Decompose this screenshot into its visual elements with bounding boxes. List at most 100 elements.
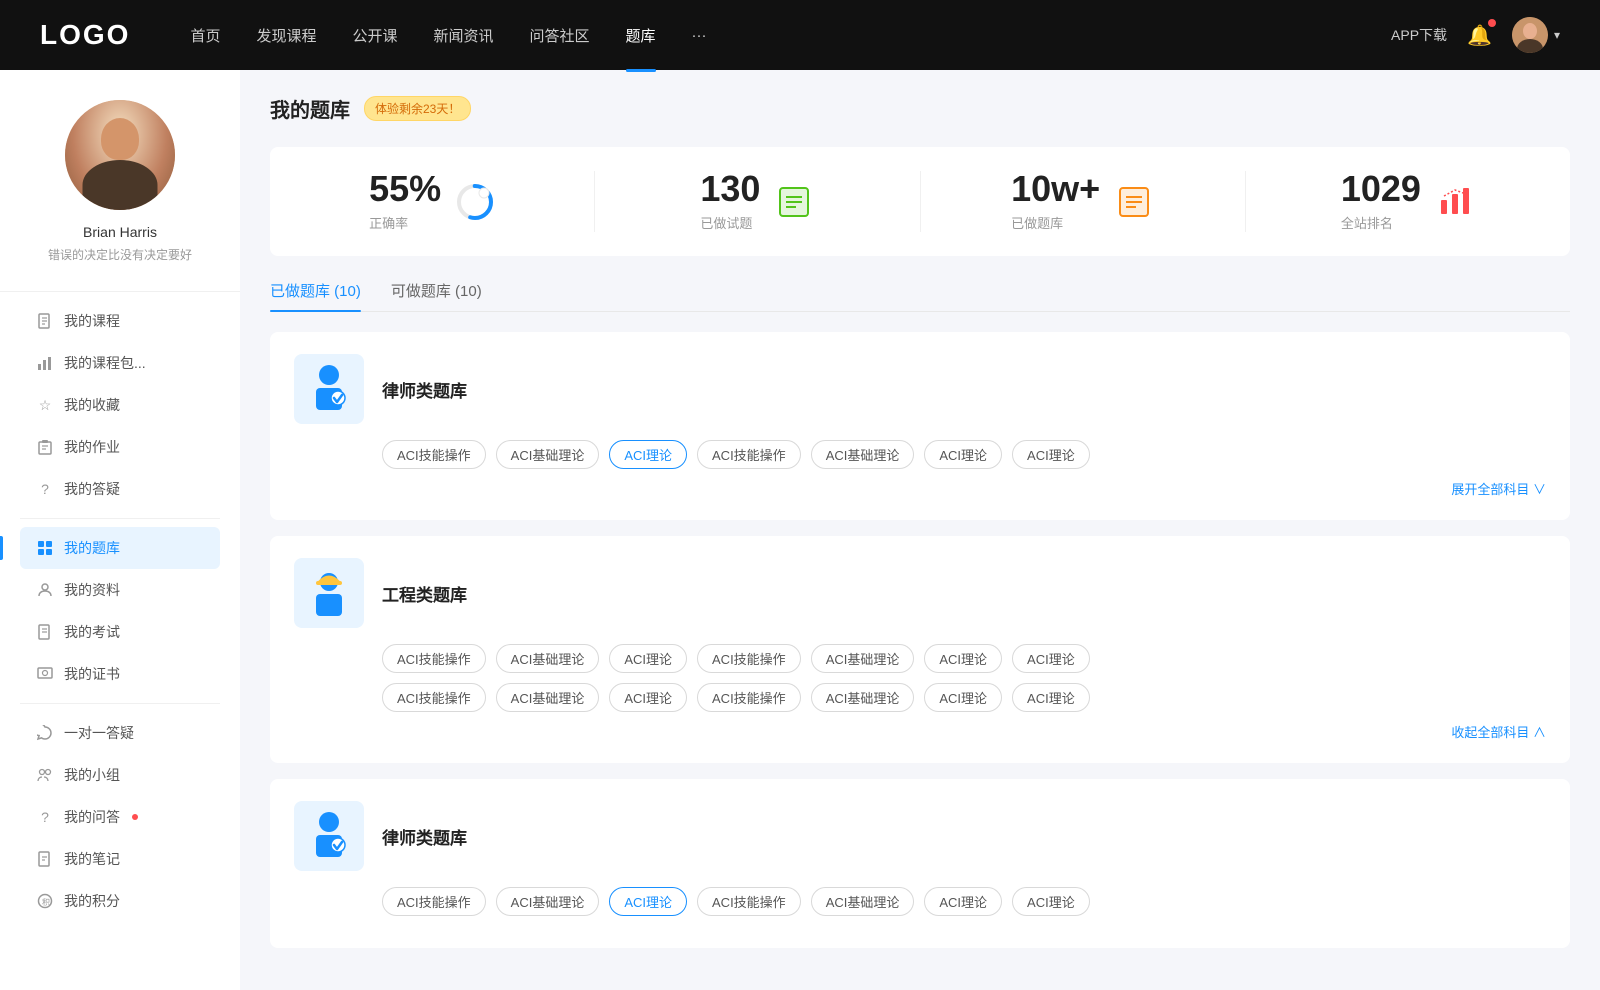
sidebar-item-my-points[interactable]: 积 我的积分 [20, 880, 220, 922]
sidebar-label-one-on-one: 一对一答疑 [64, 723, 134, 743]
page-title: 我的题库 [270, 94, 350, 123]
sidebar-item-question-bank[interactable]: 我的题库 [20, 527, 220, 569]
sidebar-item-my-questions[interactable]: ? 我的问答 [20, 796, 220, 838]
logo[interactable]: LOGO [40, 19, 130, 51]
stat-site-rank: 1029 全站排名 [1246, 171, 1570, 232]
qbank-1-title: 律师类题库 [382, 377, 467, 402]
stat-done-questions-label: 已做试题 [700, 213, 752, 232]
qbank-1-tag-1[interactable]: ACI基础理论 [496, 440, 600, 469]
sidebar-divider-top [0, 291, 240, 292]
app-download-link[interactable]: APP下载 [1391, 25, 1447, 45]
qbank-2-tag-1[interactable]: ACI基础理论 [496, 644, 600, 673]
nav-open-course[interactable]: 公开课 [352, 21, 397, 50]
user-avatar-menu[interactable]: ▾ [1512, 17, 1560, 53]
profile-name: Brian Harris [83, 224, 157, 240]
sidebar-label-homework: 我的作业 [64, 437, 120, 457]
tab-available-banks[interactable]: 可做题库 (10) [391, 280, 482, 311]
sidebar-item-favorites[interactable]: ☆ 我的收藏 [20, 384, 220, 426]
qbank-2-tag-9[interactable]: ACI理论 [609, 683, 687, 712]
qbank-2-tag-12[interactable]: ACI理论 [924, 683, 1002, 712]
engineer-icon [304, 566, 354, 621]
qbank-1-icon-container [294, 354, 364, 424]
qbank-1-tags: ACI技能操作 ACI基础理论 ACI理论 ACI技能操作 ACI基础理论 AC… [382, 440, 1546, 469]
sidebar-label-my-notes: 我的笔记 [64, 849, 120, 869]
avatar-dropdown-arrow: ▾ [1554, 28, 1560, 42]
sidebar-item-my-groups[interactable]: 我的小组 [20, 754, 220, 796]
nav-questionbank[interactable]: 题库 [626, 21, 656, 50]
sidebar-item-my-exams[interactable]: 我的考试 [20, 611, 220, 653]
profile-motto: 错误的决定比没有决定要好 [48, 246, 192, 263]
qbank-2-tag-13[interactable]: ACI理论 [1012, 683, 1090, 712]
grid-icon [36, 539, 54, 557]
qbank-2-tag-3[interactable]: ACI技能操作 [697, 644, 801, 673]
sidebar-item-certificates[interactable]: 我的证书 [20, 653, 220, 695]
qbank-3-tag-5[interactable]: ACI理论 [924, 887, 1002, 916]
qbank-1-expand[interactable]: 展开全部科目 ∨ [382, 479, 1546, 498]
stat-done-banks: 10w+ 已做题库 [921, 171, 1246, 232]
qbank-2-tag-11[interactable]: ACI基础理论 [811, 683, 915, 712]
sidebar-label-favorites: 我的收藏 [64, 395, 120, 415]
nav-news[interactable]: 新闻资讯 [434, 21, 494, 50]
qbank-3-tag-6[interactable]: ACI理论 [1012, 887, 1090, 916]
qbank-3-body: ACI技能操作 ACI基础理论 ACI理论 ACI技能操作 ACI基础理论 AC… [294, 887, 1546, 916]
qbank-1-tag-4[interactable]: ACI基础理论 [811, 440, 915, 469]
nav-more[interactable]: ··· [692, 23, 707, 48]
sidebar-item-homework[interactable]: 我的作业 [20, 426, 220, 468]
qbank-1-tag-3[interactable]: ACI技能操作 [697, 440, 801, 469]
sidebar-item-one-on-one[interactable]: 一对一答疑 [20, 712, 220, 754]
group-icon [36, 766, 54, 784]
qbank-2-tag-4[interactable]: ACI基础理论 [811, 644, 915, 673]
qbank-2-tag-5[interactable]: ACI理论 [924, 644, 1002, 673]
qbank-1-tag-0[interactable]: ACI技能操作 [382, 440, 486, 469]
qbank-1-tag-5[interactable]: ACI理论 [924, 440, 1002, 469]
points-icon: 积 [36, 892, 54, 910]
stat-correct-rate: 55% 正确率 [270, 171, 595, 232]
qbank-1-tag-6[interactable]: ACI理论 [1012, 440, 1090, 469]
stats-bar: 55% 正确率 130 已做试题 [270, 147, 1570, 256]
qbank-2-tag-6[interactable]: ACI理论 [1012, 644, 1090, 673]
qbank-2-tag-7[interactable]: ACI技能操作 [382, 683, 486, 712]
sidebar-item-my-courses[interactable]: 我的课程 [20, 300, 220, 342]
qbank-2-tag-10[interactable]: ACI技能操作 [697, 683, 801, 712]
sidebar-item-my-qa[interactable]: ? 我的答疑 [20, 468, 220, 510]
sidebar-item-my-notes[interactable]: 我的笔记 [20, 838, 220, 880]
stat-site-rank-value: 1029 [1341, 171, 1421, 207]
tabs-bar: 已做题库 (10) 可做题库 (10) [270, 280, 1570, 312]
qbank-1-tag-2[interactable]: ACI理论 [609, 440, 687, 469]
qbank-3-tag-3[interactable]: ACI技能操作 [697, 887, 801, 916]
sidebar-item-course-packages[interactable]: 我的课程包... [20, 342, 220, 384]
avatar [1512, 17, 1548, 53]
sidebar-label-my-questions: 我的问答 [64, 807, 120, 827]
qbank-2-body: ACI技能操作 ACI基础理论 ACI理论 ACI技能操作 ACI基础理论 AC… [294, 644, 1546, 741]
qbank-3-title: 律师类题库 [382, 824, 467, 849]
qa-icon: ? [36, 808, 54, 826]
sidebar-label-certificates: 我的证书 [64, 664, 120, 684]
qbank-2-tag-2[interactable]: ACI理论 [609, 644, 687, 673]
sidebar-item-my-data[interactable]: 我的资料 [20, 569, 220, 611]
stat-correct-rate-label: 正确率 [369, 213, 408, 232]
qbank-3-tag-2[interactable]: ACI理论 [609, 887, 687, 916]
file-icon [36, 312, 54, 330]
stat-done-banks-label: 已做题库 [1011, 213, 1063, 232]
sidebar-label-course-packages: 我的课程包... [64, 353, 146, 373]
profile-avatar [65, 100, 175, 210]
nav-discover[interactable]: 发现课程 [256, 21, 316, 50]
qbank-3-tag-1[interactable]: ACI基础理论 [496, 887, 600, 916]
qbank-3-tags: ACI技能操作 ACI基础理论 ACI理论 ACI技能操作 ACI基础理论 AC… [382, 887, 1546, 916]
qbank-2-collapse[interactable]: 收起全部科目 ∧ [382, 722, 1546, 741]
nav-qa[interactable]: 问答社区 [530, 21, 590, 50]
chat-icon [36, 724, 54, 742]
notification-bell[interactable]: 🔔 [1467, 23, 1492, 48]
navbar: LOGO 首页 发现课程 公开课 新闻资讯 问答社区 题库 ··· APP下载 … [0, 0, 1600, 70]
stat-done-questions-text: 130 已做试题 [700, 171, 760, 232]
people-icon [36, 581, 54, 599]
main-container: Brian Harris 错误的决定比没有决定要好 我的课程 我的课程包... … [0, 70, 1600, 990]
qbank-3-tag-4[interactable]: ACI基础理论 [811, 887, 915, 916]
nav-home[interactable]: 首页 [190, 21, 220, 50]
qbank-2-tag-0[interactable]: ACI技能操作 [382, 644, 486, 673]
qbank-1-body: ACI技能操作 ACI基础理论 ACI理论 ACI技能操作 ACI基础理论 AC… [294, 440, 1546, 498]
qbank-3-tag-0[interactable]: ACI技能操作 [382, 887, 486, 916]
qbank-2-tag-8[interactable]: ACI基础理论 [496, 683, 600, 712]
tab-done-banks[interactable]: 已做题库 (10) [270, 280, 361, 311]
stat-done-questions: 130 已做试题 [595, 171, 920, 232]
